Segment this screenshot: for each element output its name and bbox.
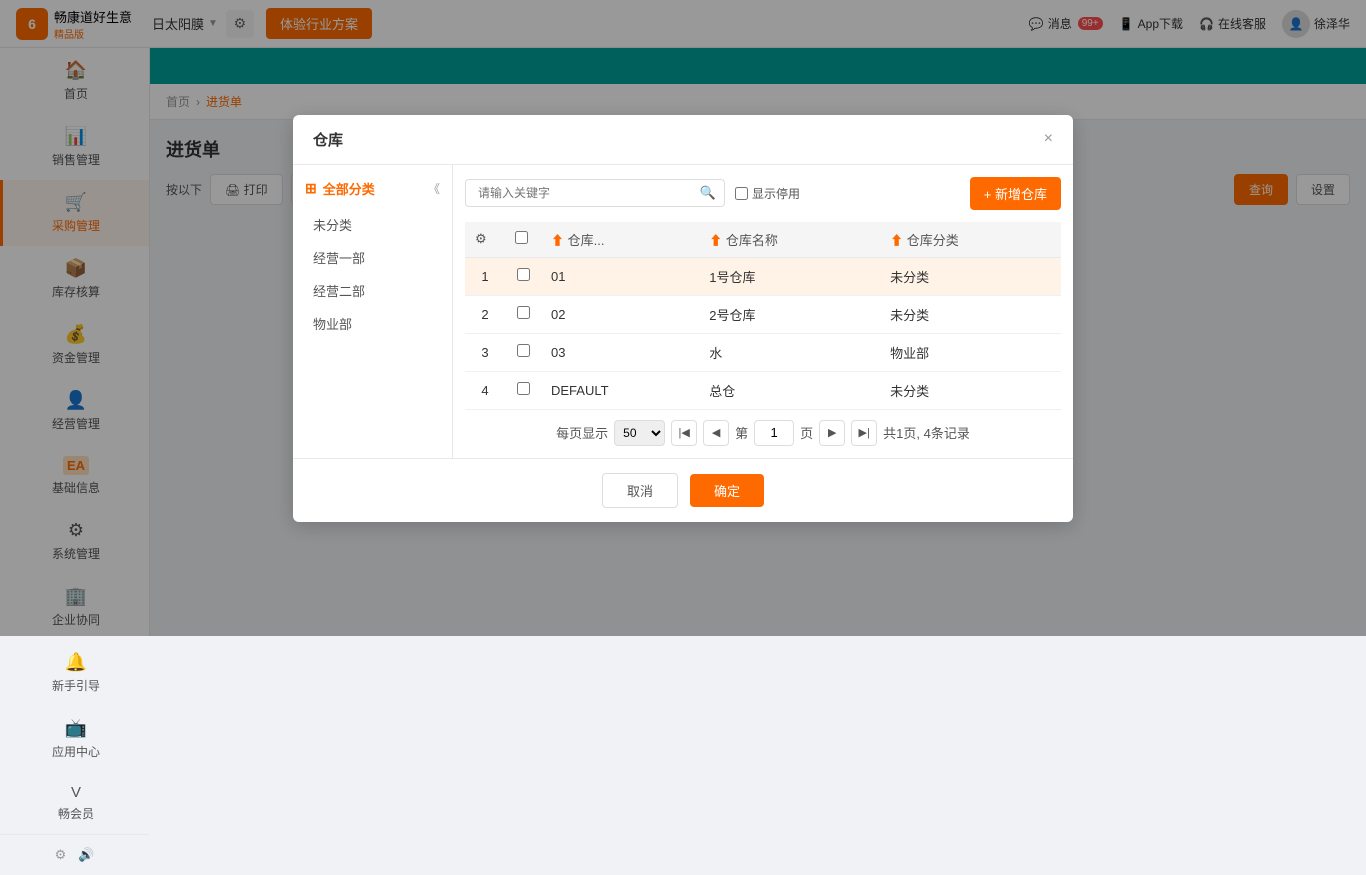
table-header-row: ⚙ ⬆ 仓库... ⬆ bbox=[465, 222, 1061, 258]
row-gear-3: 3 bbox=[465, 333, 505, 371]
col-category-header: ⬆ 仓库分类 bbox=[880, 222, 1061, 258]
row-code-3: 03 bbox=[541, 333, 699, 371]
search-box: 🔍 bbox=[465, 179, 725, 207]
cancel-btn[interactable]: 取消 bbox=[602, 473, 678, 508]
sidebar-label-guide: 新手引导 bbox=[52, 677, 100, 694]
modal-title: 仓库 bbox=[313, 129, 343, 150]
row-check-1[interactable] bbox=[505, 257, 541, 295]
show-disabled-label[interactable]: 显示停用 bbox=[735, 185, 800, 202]
gear-header-icon: ⚙ bbox=[475, 231, 487, 246]
warehouse-modal: 仓库 × ⊞ 全部分类 《 未分类 经营一部 经营二部 物业部 bbox=[293, 115, 1073, 522]
prev-page-btn[interactable]: ◀ bbox=[703, 420, 729, 446]
category-panel: ⊞ 全部分类 《 未分类 经营一部 经营二部 物业部 bbox=[293, 165, 453, 458]
grid-icon: ⊞ bbox=[305, 180, 317, 197]
sidebar-label-member: 畅会员 bbox=[58, 805, 94, 822]
modal-overlay: 仓库 × ⊞ 全部分类 《 未分类 经营一部 经营二部 物业部 bbox=[0, 0, 1366, 636]
row-name-3: 水 bbox=[699, 333, 880, 371]
table-row[interactable]: 1 01 1号仓库 未分类 bbox=[465, 257, 1061, 295]
row-name-2: 2号仓库 bbox=[699, 295, 880, 333]
table-toolbar: 🔍 显示停用 + 新增仓库 bbox=[465, 177, 1061, 210]
row-name-1: 1号仓库 bbox=[699, 257, 880, 295]
row-check-3[interactable] bbox=[505, 333, 541, 371]
per-page-label: 每页显示 bbox=[556, 423, 608, 442]
show-disabled-checkbox[interactable] bbox=[735, 187, 748, 200]
sidebar-item-guide[interactable]: 🔔 新手引导 bbox=[0, 640, 149, 706]
pagination: 每页显示 50 20 100 |◀ ◀ 第 页 ▶ ▶| 共1页, 4条记录 bbox=[465, 410, 1061, 446]
search-input[interactable] bbox=[474, 180, 700, 206]
category-item-dept1[interactable]: 经营一部 bbox=[293, 241, 452, 274]
page-label: 第 bbox=[735, 423, 748, 442]
category-collapse-btn[interactable]: 《 bbox=[428, 180, 440, 197]
table-body: 1 01 1号仓库 未分类 2 02 2号仓库 bbox=[465, 257, 1061, 409]
modal-header: 仓库 × bbox=[293, 115, 1073, 165]
row-code-4: DEFAULT bbox=[541, 371, 699, 409]
table-row[interactable]: 4 DEFAULT 总仓 未分类 bbox=[465, 371, 1061, 409]
row-category-3: 物业部 bbox=[880, 333, 1061, 371]
confirm-btn[interactable]: 确定 bbox=[690, 474, 764, 507]
modal-body: ⊞ 全部分类 《 未分类 经营一部 经营二部 物业部 🔍 bbox=[293, 165, 1073, 458]
row-code-2: 02 bbox=[541, 295, 699, 333]
first-page-btn[interactable]: |◀ bbox=[671, 420, 697, 446]
per-page-select[interactable]: 50 20 100 bbox=[614, 420, 665, 446]
search-icon: 🔍 bbox=[700, 185, 716, 201]
last-page-btn[interactable]: ▶| bbox=[851, 420, 877, 446]
row-category-4: 未分类 bbox=[880, 371, 1061, 409]
row-check-4[interactable] bbox=[505, 371, 541, 409]
category-all[interactable]: ⊞ 全部分类 bbox=[305, 179, 375, 198]
row-code-1: 01 bbox=[541, 257, 699, 295]
row-gear-1: 1 bbox=[465, 257, 505, 295]
sidebar-item-app-center[interactable]: 📺 应用中心 bbox=[0, 706, 149, 772]
next-page-btn[interactable]: ▶ bbox=[819, 420, 845, 446]
sort-icon3: ⬆ bbox=[890, 233, 903, 248]
sidebar-item-member[interactable]: V 畅会员 bbox=[0, 772, 149, 834]
row-category-2: 未分类 bbox=[880, 295, 1061, 333]
row-gear-2: 2 bbox=[465, 295, 505, 333]
page-input[interactable] bbox=[754, 420, 794, 446]
sort-icon: ⬆ bbox=[551, 233, 564, 248]
row-name-4: 总仓 bbox=[699, 371, 880, 409]
col-check-header bbox=[505, 222, 541, 258]
member-icon: V bbox=[71, 784, 81, 801]
table-container: ⚙ ⬆ 仓库... ⬆ bbox=[465, 222, 1061, 410]
table-row[interactable]: 2 02 2号仓库 未分类 bbox=[465, 295, 1061, 333]
warehouse-table: ⚙ ⬆ 仓库... ⬆ bbox=[465, 222, 1061, 410]
sidebar-bottom: ⚙ 🔊 bbox=[0, 834, 149, 875]
row-check-2[interactable] bbox=[505, 295, 541, 333]
page-suffix: 页 bbox=[800, 423, 813, 442]
col-name-header: ⬆ 仓库名称 bbox=[699, 222, 880, 258]
pagination-summary: 共1页, 4条记录 bbox=[883, 423, 970, 442]
select-all-checkbox[interactable] bbox=[515, 231, 528, 244]
row-gear-4: 4 bbox=[465, 371, 505, 409]
app-center-icon: 📺 bbox=[65, 718, 87, 739]
speaker-icon[interactable]: 🔊 bbox=[78, 847, 94, 863]
col-gear-header: ⚙ bbox=[465, 222, 505, 258]
category-item-property[interactable]: 物业部 bbox=[293, 307, 452, 340]
category-item-dept2[interactable]: 经营二部 bbox=[293, 274, 452, 307]
guide-icon: 🔔 bbox=[65, 652, 87, 673]
sidebar-label-app-center: 应用中心 bbox=[52, 743, 100, 760]
category-item-uncategorized[interactable]: 未分类 bbox=[293, 208, 452, 241]
category-header: ⊞ 全部分类 《 bbox=[293, 173, 452, 204]
col-code-header: ⬆ 仓库... bbox=[541, 222, 699, 258]
modal-close-btn[interactable]: × bbox=[1044, 130, 1053, 148]
table-panel: 🔍 显示停用 + 新增仓库 ⚙ bbox=[453, 165, 1073, 458]
sort-icon2: ⬆ bbox=[709, 233, 722, 248]
row-category-1: 未分类 bbox=[880, 257, 1061, 295]
table-row[interactable]: 3 03 水 物业部 bbox=[465, 333, 1061, 371]
table-head: ⚙ ⬆ 仓库... ⬆ bbox=[465, 222, 1061, 258]
add-warehouse-btn[interactable]: + 新增仓库 bbox=[970, 177, 1061, 210]
modal-footer: 取消 确定 bbox=[293, 458, 1073, 522]
settings-bottom-icon[interactable]: ⚙ bbox=[55, 847, 67, 863]
